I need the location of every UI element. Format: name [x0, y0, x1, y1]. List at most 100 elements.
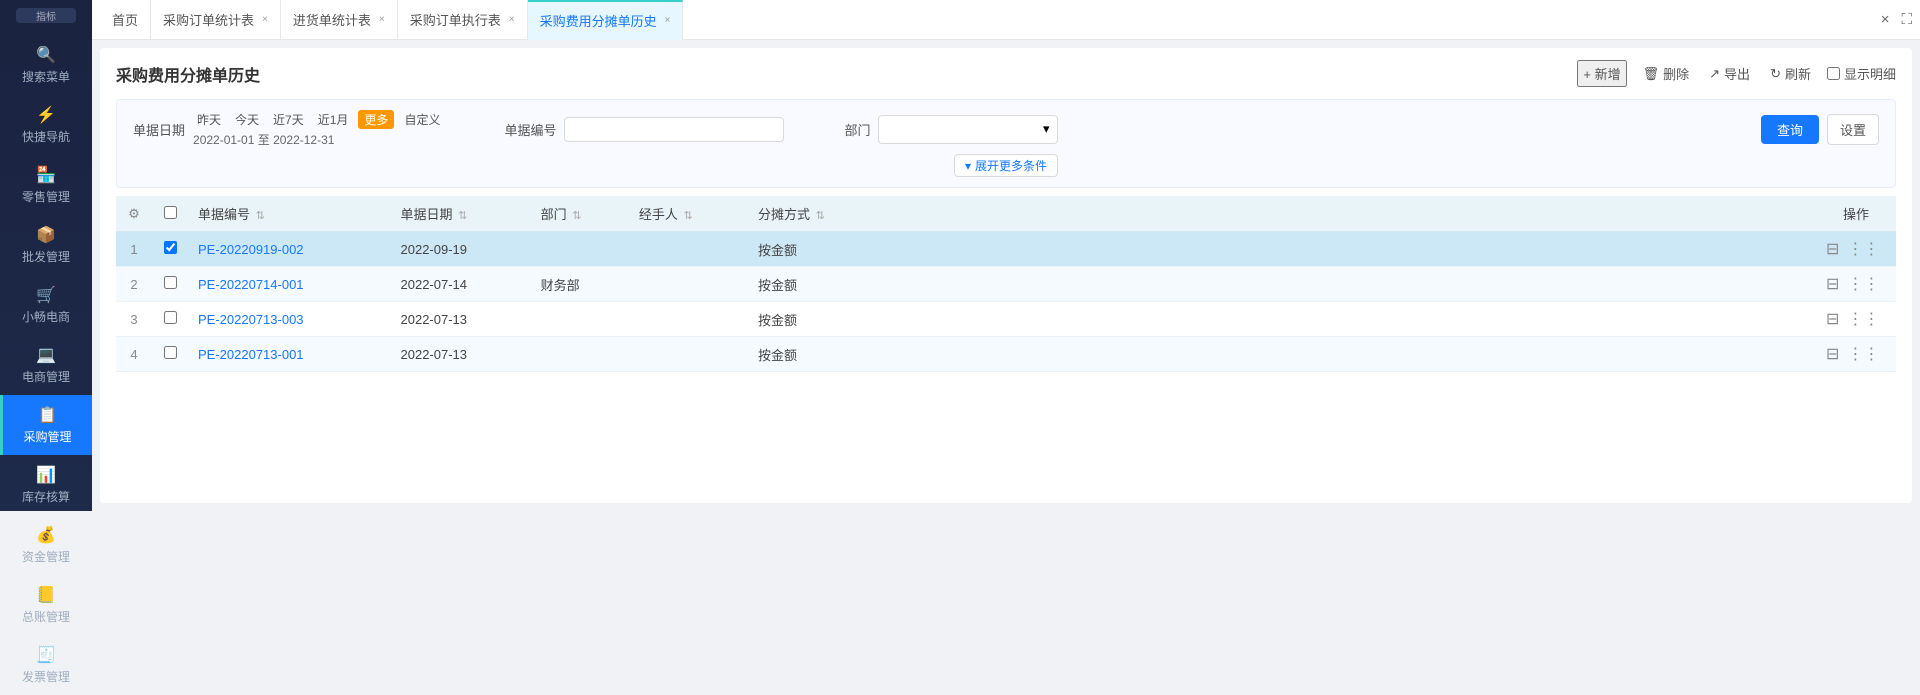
expand-more-button[interactable]: ▾ 展开更多条件	[954, 154, 1058, 177]
maximize-icon[interactable]: ⛶	[1901, 11, 1912, 28]
sidebar-item-invoice[interactable]: 🧾发票管理	[0, 635, 92, 695]
tab-close-incoming-goods-stats[interactable]: ×	[379, 14, 385, 25]
row-check-0[interactable]	[152, 232, 188, 267]
sidebar-item-mini-shop[interactable]: 🛒小畅电商	[0, 275, 92, 335]
close-window-icon[interactable]: ×	[1881, 11, 1890, 28]
ecommerce-icon: 💻	[36, 345, 56, 365]
delete-button[interactable]: 🗑 删除	[1639, 62, 1694, 85]
tab-incoming-goods-stats[interactable]: 进货单统计表×	[281, 0, 398, 40]
row-more-icon-2[interactable]: ⋮⋮	[1847, 309, 1879, 329]
date-range-display: 2022-01-01 至 2022-12-31	[193, 131, 444, 148]
row-docnum-3[interactable]: PE-20220713-001	[188, 337, 391, 372]
expand-more-row: ▾ 展开更多条件	[133, 154, 1879, 177]
col-split-sort: ⇅	[816, 210, 825, 222]
col-split-label: 分摊方式	[758, 207, 810, 222]
row-docnum-0[interactable]: PE-20220919-002	[188, 232, 391, 267]
sidebar-label-search: 搜索菜单	[22, 68, 70, 85]
row-split-1: 按金额	[748, 267, 1816, 302]
col-handler-sort: ⇅	[683, 210, 692, 222]
refresh-button[interactable]: ↻ 刷新	[1766, 62, 1815, 85]
tab-purchase-order-exec[interactable]: 采购订单执行表×	[398, 0, 528, 40]
finance-icon: 💰	[36, 525, 56, 545]
sidebar-item-search[interactable]: 🔍搜索菜单	[0, 35, 92, 95]
date-filter: 单据日期 昨天 今天 近7天 近1月 更多 自定义 2022-01-01 至 2…	[133, 110, 444, 148]
refresh-icon: ↻	[1770, 66, 1781, 82]
col-handler[interactable]: 经手人 ⇅	[629, 196, 748, 232]
row-checkbox-1[interactable]	[164, 276, 177, 289]
col-docnum-label: 单据编号	[198, 207, 250, 222]
sidebar-label-wholesale: 批发管理	[22, 248, 70, 265]
col-handler-label: 经手人	[639, 207, 678, 222]
show-cols-input[interactable]	[1827, 67, 1840, 80]
tab-home[interactable]: 首页	[100, 0, 151, 40]
sidebar-item-ledger[interactable]: 📒总账管理	[0, 575, 92, 635]
row-dept-3	[531, 337, 629, 372]
sidebar-item-wholesale[interactable]: 📦批发管理	[0, 215, 92, 275]
export-button[interactable]: ↗ 导出	[1705, 62, 1754, 85]
dept-select[interactable]: ▾	[878, 115, 1058, 144]
filter-actions: 查询 设置	[1761, 114, 1879, 145]
row-handler-2	[629, 302, 748, 337]
col-split-method[interactable]: 分摊方式 ⇅	[748, 196, 1816, 232]
col-date[interactable]: 单据日期 ⇅	[391, 196, 531, 232]
row-edit-icon-0[interactable]: ⊟	[1826, 239, 1839, 259]
row-check-3[interactable]	[152, 337, 188, 372]
show-cols-checkbox[interactable]: 显示明细	[1827, 64, 1896, 83]
row-checkbox-3[interactable]	[164, 346, 177, 359]
page-title: 采购费用分摊单历史	[116, 62, 260, 86]
row-docnum-1[interactable]: PE-20220714-001	[188, 267, 391, 302]
select-all-checkbox[interactable]	[164, 206, 177, 219]
add-button[interactable]: + 新增	[1577, 60, 1626, 87]
row-check-1[interactable]	[152, 267, 188, 302]
page-header: 采购费用分摊单历史 + 新增 🗑 删除 ↗ 导出 ↻ 刷新 显示明细	[116, 60, 1896, 87]
search-button[interactable]: 查询	[1761, 115, 1819, 144]
col-dept[interactable]: 部门 ⇅	[531, 196, 629, 232]
row-more-icon-0[interactable]: ⋮⋮	[1847, 239, 1879, 259]
row-split-0: 按金额	[748, 232, 1816, 267]
sidebar: 指标 🔍搜索菜单⚡快捷导航🏪零售管理📦批发管理🛒小畅电商💻电商管理📋采购管理📊库…	[0, 0, 92, 511]
shortcut-today[interactable]: 今天	[231, 110, 263, 129]
shortcut-custom[interactable]: 自定义	[400, 110, 444, 129]
shortcut-yesterday[interactable]: 昨天	[193, 110, 225, 129]
table-row: 4 PE-20220713-001 2022-07-13 按金额 ⊟ ⋮⋮	[116, 337, 1896, 372]
row-more-icon-1[interactable]: ⋮⋮	[1847, 274, 1879, 294]
sidebar-label-quick-nav: 快捷导航	[22, 128, 70, 145]
row-date-3: 2022-07-13	[391, 337, 531, 372]
row-checkbox-0[interactable]	[164, 241, 177, 254]
tab-close-purchase-order-exec[interactable]: ×	[509, 14, 515, 25]
sidebar-logo: 指标	[16, 8, 76, 23]
col-gear[interactable]: ⚙	[116, 196, 152, 232]
tab-purchase-cost-history[interactable]: 采购费用分摊单历史×	[528, 0, 684, 40]
sidebar-label-ecommerce: 电商管理	[22, 368, 70, 385]
docnum-input[interactable]	[564, 117, 784, 142]
sidebar-item-finance[interactable]: 💰资金管理	[0, 515, 92, 575]
sidebar-item-quick-nav[interactable]: ⚡快捷导航	[0, 95, 92, 155]
sidebar-label-inventory: 库存核算	[22, 488, 70, 505]
row-edit-icon-2[interactable]: ⊟	[1826, 309, 1839, 329]
row-check-2[interactable]	[152, 302, 188, 337]
col-docnum[interactable]: 单据编号 ⇅	[188, 196, 391, 232]
tab-purchase-order-stats[interactable]: 采购订单统计表×	[151, 0, 281, 40]
sidebar-item-retail[interactable]: 🏪零售管理	[0, 155, 92, 215]
row-more-icon-3[interactable]: ⋮⋮	[1847, 344, 1879, 364]
col-date-sort: ⇅	[458, 210, 467, 222]
sidebar-label-mini-shop: 小畅电商	[22, 308, 70, 325]
sidebar-item-ecommerce[interactable]: 💻 电商管理	[0, 335, 92, 395]
tab-close-purchase-order-stats[interactable]: ×	[262, 14, 268, 25]
sidebar-item-purchase[interactable]: 📋采购管理	[0, 395, 92, 455]
row-date-0: 2022-09-19	[391, 232, 531, 267]
row-handler-0	[629, 232, 748, 267]
row-checkbox-2[interactable]	[164, 311, 177, 324]
row-edit-icon-3[interactable]: ⊟	[1826, 344, 1839, 364]
shortcut-more[interactable]: 更多	[358, 110, 394, 129]
shortcut-7days[interactable]: 近7天	[269, 110, 308, 129]
row-op-0: ⊟ ⋮⋮	[1816, 232, 1896, 267]
row-docnum-2[interactable]: PE-20220713-003	[188, 302, 391, 337]
tab-close-purchase-cost-history[interactable]: ×	[665, 15, 671, 26]
shortcut-1month[interactable]: 近1月	[314, 110, 353, 129]
row-dept-0	[531, 232, 629, 267]
setting-button[interactable]: 设置	[1827, 114, 1879, 145]
dept-select-value	[887, 120, 900, 139]
sidebar-item-inventory[interactable]: 📊库存核算	[0, 455, 92, 515]
row-edit-icon-1[interactable]: ⊟	[1826, 274, 1839, 294]
